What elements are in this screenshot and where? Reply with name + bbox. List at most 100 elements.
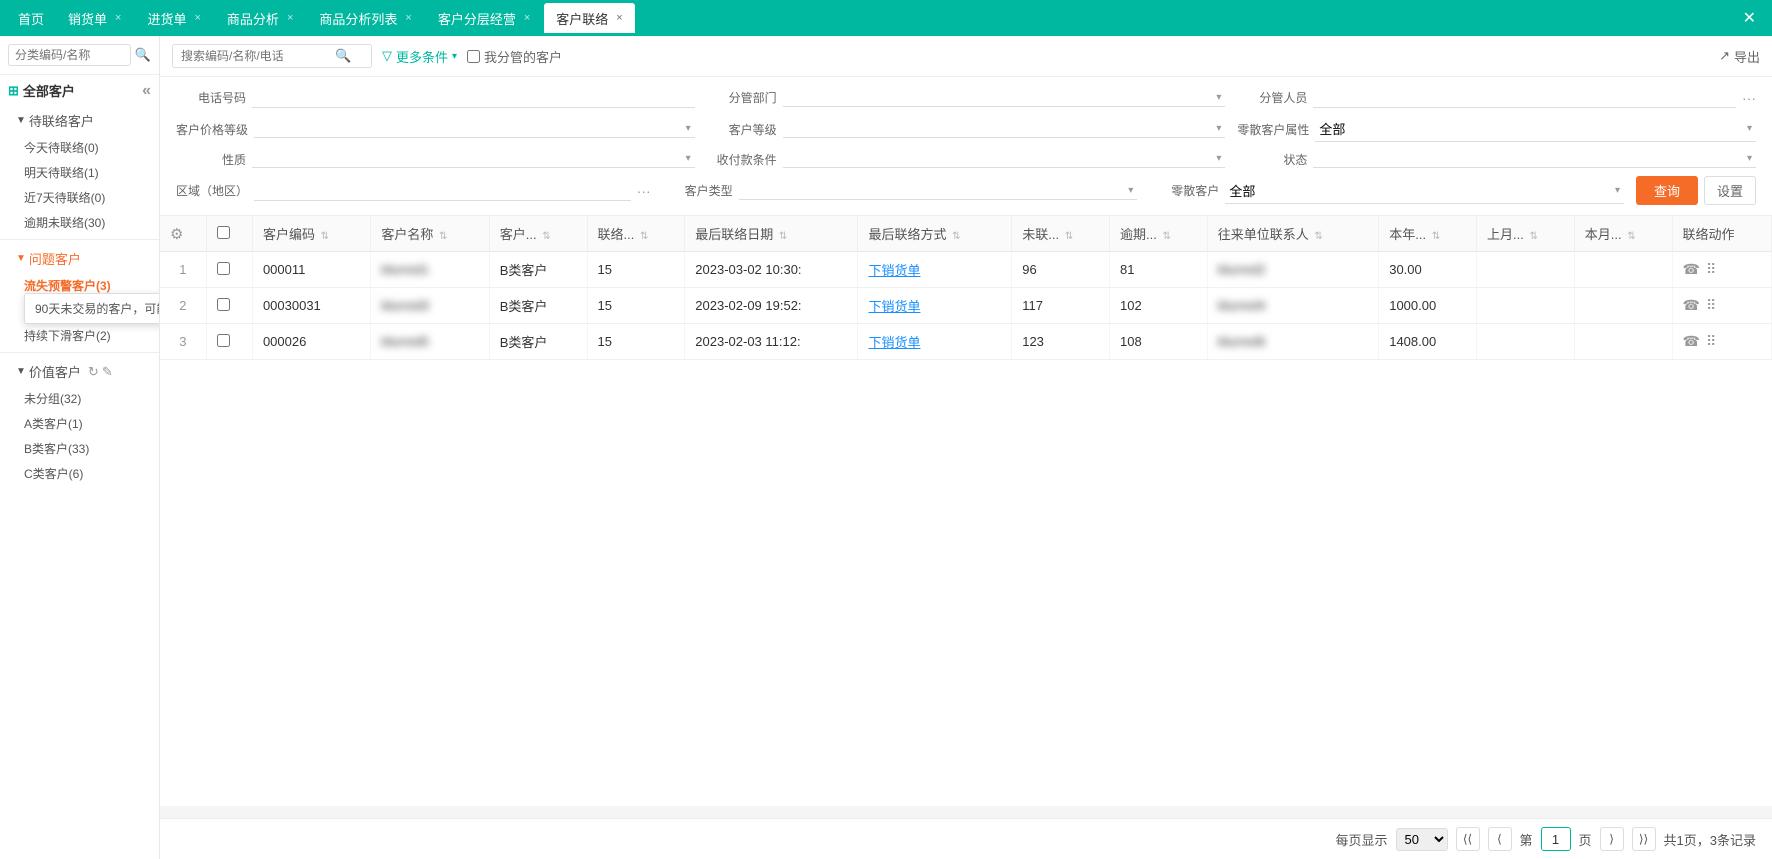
th-lastdate[interactable]: 最后联络日期 ⇅ — [685, 216, 858, 252]
th-overdue[interactable]: 逾期... ⇅ — [1109, 216, 1207, 252]
last-page-button[interactable]: ⟩⟩ — [1632, 827, 1656, 851]
sort-lastmonth-icon: ⇅ — [1529, 231, 1537, 242]
sidebar-item-class-b[interactable]: B类客户(33) — [0, 436, 159, 461]
prev-page-button[interactable]: ⟨ — [1488, 827, 1512, 851]
grid-icon: ⊞ — [8, 83, 19, 99]
row-thismonth-1 — [1574, 288, 1672, 324]
status-label: 状态 — [1237, 151, 1307, 168]
action-contact-icon-2[interactable]: ☎ — [1683, 333, 1700, 350]
nav-tab-customerlayer[interactable]: 客户分层经营 × — [426, 3, 542, 33]
th-contact[interactable]: 联络... ⇅ — [587, 216, 685, 252]
customer-type-select[interactable]: ▾ — [739, 182, 1138, 200]
th-uncontacted[interactable]: 未联... ⇅ — [1012, 216, 1110, 252]
sidebar-item-overdue[interactable]: 逾期未联络(30) — [0, 210, 159, 235]
action-more-icon-1[interactable]: ⠿ — [1706, 297, 1716, 314]
horizontal-scrollbar[interactable] — [160, 806, 1772, 818]
dept-label: 分管部门 — [707, 89, 777, 106]
casual-attr-select[interactable]: 全部 ▾ — [1315, 116, 1756, 142]
sort-type-icon: ⇅ — [542, 231, 550, 242]
status-select[interactable]: ▾ — [1313, 150, 1756, 168]
close-productlist-icon[interactable]: × — [405, 12, 411, 24]
th-lastmonth[interactable]: 上月... ⇅ — [1476, 216, 1574, 252]
dept-select[interactable]: ▾ — [783, 89, 1226, 107]
row-select-checkbox-1[interactable] — [217, 298, 230, 311]
sidebar-item-tomorrow[interactable]: 明天待联络(1) — [0, 160, 159, 185]
close-purchaseorder-icon[interactable]: × — [194, 12, 200, 24]
sort-code-icon: ⇅ — [321, 231, 329, 242]
export-button[interactable]: ↗ 导出 — [1719, 47, 1760, 66]
filter-bar: 🔍 ▽ 更多条件 ▾ 我分管的客户 ↗ 导出 — [160, 36, 1772, 77]
next-page-button[interactable]: ⟩ — [1600, 827, 1624, 851]
per-page-label: 每页显示 — [1335, 830, 1387, 849]
action-more-icon-0[interactable]: ⠿ — [1706, 261, 1716, 278]
nature-select[interactable]: ▾ — [252, 150, 695, 168]
first-page-button[interactable]: ⟨⟨ — [1456, 827, 1480, 851]
close-customercontact-icon[interactable]: × — [616, 12, 622, 24]
sidebar-search-icon[interactable]: 🔍 — [135, 47, 151, 63]
payment-select[interactable]: ▾ — [783, 150, 1226, 168]
table-settings-icon[interactable]: ⚙ — [170, 226, 183, 243]
sidebar-search-input[interactable] — [8, 44, 131, 66]
page-input[interactable] — [1541, 827, 1571, 851]
casual-customer-select[interactable]: 全部 ▾ — [1225, 178, 1624, 204]
region-dots-icon[interactable]: ··· — [637, 183, 651, 199]
more-conditions-button[interactable]: ▽ 更多条件 ▾ — [382, 47, 457, 66]
th-type[interactable]: 客户... ⇅ — [489, 216, 587, 252]
per-page-select[interactable]: 50 20 100 — [1396, 828, 1448, 851]
th-thisyear[interactable]: 本年... ⇅ — [1379, 216, 1477, 252]
phone-input[interactable] — [252, 87, 695, 108]
sidebar-item-class-a[interactable]: A类客户(1) — [0, 411, 159, 436]
settings-button[interactable]: 设置 — [1704, 176, 1756, 205]
all-customers-header[interactable]: ⊞ 全部客户 « — [0, 75, 159, 106]
nav-tab-productlist[interactable]: 商品分析列表 × — [307, 3, 423, 33]
action-more-icon-2[interactable]: ⠿ — [1706, 333, 1716, 350]
sidebar-item-7days[interactable]: 近7天待联络(0) — [0, 185, 159, 210]
sidebar-search-area: 🔍 — [0, 36, 159, 75]
close-salesorder-icon[interactable]: × — [115, 12, 121, 24]
close-productanalysis-icon[interactable]: × — [287, 12, 293, 24]
filter-casual-attr: 零散客户属性 全部 ▾ — [1237, 116, 1756, 142]
advanced-filter-panel: 电话号码 分管部门 ▾ 分管人员 ··· — [160, 77, 1772, 216]
region-input[interactable] — [254, 180, 631, 201]
price-grade-select[interactable]: ▾ — [254, 120, 695, 138]
churn-tooltip: 90天未交易的客户，可能有流失风险。 — [24, 293, 160, 324]
manager-input[interactable] — [1313, 87, 1736, 108]
nav-tab-purchaseorder[interactable]: 进货单 × — [135, 3, 212, 33]
row-select-checkbox-2[interactable] — [217, 334, 230, 347]
close-customerlayer-icon[interactable]: × — [524, 12, 530, 24]
nav-tab-customercontact[interactable]: 客户联络 × — [544, 3, 634, 33]
customer-grade-select[interactable]: ▾ — [783, 120, 1226, 138]
price-grade-label: 客户价格等级 — [176, 121, 248, 138]
nav-tab-salesorder[interactable]: 销货单 × — [56, 3, 133, 33]
sidebar-group-problem[interactable]: ▼ 问题客户 — [0, 244, 159, 273]
query-button[interactable]: 查询 — [1636, 176, 1698, 205]
sidebar-item-ungrouped[interactable]: 未分组(32) — [0, 386, 159, 411]
row-num-1: 2 — [160, 288, 206, 324]
th-lastmethod[interactable]: 最后联络方式 ⇅ — [858, 216, 1012, 252]
collapse-sidebar-icon[interactable]: « — [142, 82, 151, 100]
main-search-icon[interactable]: 🔍 — [335, 48, 351, 64]
refresh-icon[interactable]: ↻ — [88, 364, 99, 380]
casual-attr-arrow-icon: ▾ — [1747, 123, 1752, 134]
row-select-checkbox-0[interactable] — [217, 262, 230, 275]
main-search-input[interactable] — [181, 49, 331, 63]
action-contact-icon-0[interactable]: ☎ — [1683, 261, 1700, 278]
action-contact-icon-1[interactable]: ☎ — [1683, 297, 1700, 314]
casual-attr-label: 零散客户属性 — [1237, 121, 1309, 138]
my-customers-checkbox[interactable] — [467, 50, 480, 63]
sidebar-item-declining[interactable]: 持续下滑客户(2) — [0, 323, 159, 348]
sidebar-group-pending[interactable]: ▼ 待联络客户 — [0, 106, 159, 135]
th-code[interactable]: 客户编码 ⇅ — [252, 216, 370, 252]
manager-dots-icon[interactable]: ··· — [1742, 90, 1756, 106]
sidebar-group-value[interactable]: ▼ 价值客户 ↻ ✎ — [0, 357, 159, 386]
nav-tab-productanalysis[interactable]: 商品分析 × — [215, 3, 305, 33]
th-contact2[interactable]: 往来单位联系人 ⇅ — [1207, 216, 1378, 252]
edit-icon[interactable]: ✎ — [102, 364, 113, 380]
sidebar-item-class-c[interactable]: C类客户(6) — [0, 461, 159, 486]
th-name[interactable]: 客户名称 ⇅ — [371, 216, 489, 252]
close-all-tabs-button[interactable]: ✕ — [1735, 4, 1764, 32]
sidebar-item-today[interactable]: 今天待联络(0) — [0, 135, 159, 160]
th-thismonth[interactable]: 本月... ⇅ — [1574, 216, 1672, 252]
nav-home[interactable]: 首页 — [8, 5, 54, 32]
select-all-checkbox[interactable] — [217, 226, 230, 239]
